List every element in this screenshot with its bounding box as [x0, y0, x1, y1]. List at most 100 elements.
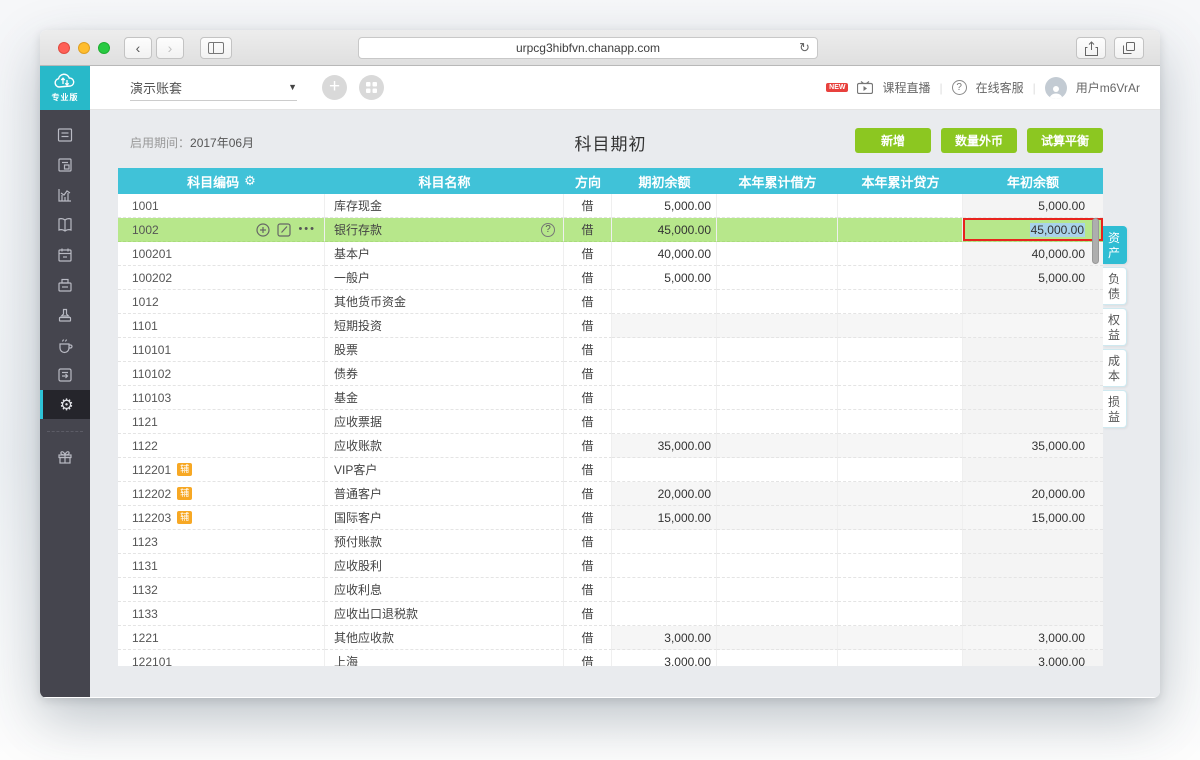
cell-direction[interactable]: 借 — [564, 218, 612, 242]
table-row[interactable]: 1132 应收利息 借 — [118, 578, 1103, 602]
cell-account-code[interactable]: 110101 — [118, 338, 325, 362]
table-row[interactable]: 1121 应收票据 借 — [118, 410, 1103, 434]
cell-account-name[interactable]: 短期投资 — [325, 314, 564, 338]
cell-account-name[interactable]: 上海 — [325, 650, 564, 666]
cell-account-name[interactable]: 应收票据 — [325, 410, 564, 434]
cell-ytd-debit[interactable] — [717, 218, 838, 242]
more-actions-icon[interactable]: ••• — [298, 224, 316, 235]
online-support-link[interactable]: 在线客服 — [976, 79, 1024, 96]
cell-initial-balance[interactable]: 5,000.00 — [963, 194, 1103, 218]
cell-opening-balance[interactable]: 40,000.00 — [612, 242, 717, 266]
cell-account-code[interactable]: 1101 — [118, 314, 325, 338]
table-row[interactable]: 1001 库存现金借 5,000.00 5,000.00 — [118, 194, 1103, 218]
cell-account-code[interactable]: 112203 辅 — [118, 506, 325, 530]
cell-direction[interactable]: 借 — [564, 482, 612, 506]
cell-ytd-credit[interactable] — [838, 506, 963, 530]
sidebar-item-funds[interactable] — [40, 270, 90, 300]
cell-account-name[interactable]: 债券 — [325, 362, 564, 386]
cell-initial-balance[interactable]: 3,000.00 — [963, 626, 1103, 650]
cell-opening-balance[interactable] — [612, 290, 717, 314]
sidebar-item-reports[interactable] — [40, 180, 90, 210]
cell-initial-balance[interactable] — [963, 578, 1103, 602]
table-row[interactable]: 110103 基金 借 — [118, 386, 1103, 410]
cell-ytd-debit[interactable] — [717, 194, 838, 218]
add-sub-account-icon[interactable] — [256, 222, 271, 237]
cell-account-code[interactable]: 1121 — [118, 410, 325, 434]
cell-initial-balance[interactable]: 15,000.00 — [963, 506, 1103, 530]
cell-account-name[interactable]: 库存现金 — [325, 194, 564, 218]
cell-initial-balance[interactable] — [963, 602, 1103, 626]
cell-initial-balance[interactable]: 35,000.00 — [963, 434, 1103, 458]
cell-ytd-credit[interactable] — [838, 338, 963, 362]
cell-initial-balance[interactable]: 20,000.00 — [963, 482, 1103, 506]
cell-direction[interactable]: 借 — [564, 554, 612, 578]
cell-account-code[interactable]: 1122 — [118, 434, 325, 458]
cell-initial-balance[interactable] — [963, 338, 1103, 362]
cell-initial-balance[interactable] — [963, 386, 1103, 410]
cell-account-code[interactable]: 112201 辅 — [118, 458, 325, 482]
cell-account-code[interactable]: 110103 — [118, 386, 325, 410]
cell-account-code[interactable]: 1131 — [118, 554, 325, 578]
cell-opening-balance[interactable]: 20,000.00 — [612, 482, 717, 506]
cell-account-code[interactable]: 1012 — [118, 290, 325, 314]
cell-direction[interactable]: 借 — [564, 650, 612, 666]
cell-account-code[interactable]: 112202 辅 — [118, 482, 325, 506]
cell-ytd-credit[interactable] — [838, 578, 963, 602]
cell-account-code[interactable]: 1123 — [118, 530, 325, 554]
app-grid-button[interactable] — [359, 75, 384, 100]
show-tabs-button[interactable] — [1114, 37, 1144, 59]
cell-ytd-credit[interactable] — [838, 650, 963, 666]
sidebar-item-invoices[interactable] — [40, 300, 90, 330]
table-row[interactable]: 100202 一般户借 5,000.00 5,000.00 — [118, 266, 1103, 290]
cell-direction[interactable]: 借 — [564, 506, 612, 530]
cell-direction[interactable]: 借 — [564, 434, 612, 458]
cell-ytd-debit[interactable] — [717, 506, 838, 530]
sidebar-item-promotions[interactable] — [40, 442, 90, 472]
cell-ytd-credit[interactable] — [838, 482, 963, 506]
cell-initial-balance[interactable] — [963, 554, 1103, 578]
cell-initial-balance[interactable] — [963, 410, 1103, 434]
cell-opening-balance[interactable] — [612, 554, 717, 578]
cell-account-name[interactable]: 应收账款 — [325, 434, 564, 458]
column-settings-gear-icon[interactable]: ⚙ — [244, 174, 256, 189]
cell-ytd-credit[interactable] — [838, 530, 963, 554]
category-tab-1[interactable]: 资产 — [1103, 226, 1127, 264]
cell-direction[interactable]: 借 — [564, 338, 612, 362]
cell-direction[interactable]: 借 — [564, 362, 612, 386]
cell-ytd-credit[interactable] — [838, 602, 963, 626]
cell-ytd-debit[interactable] — [717, 554, 838, 578]
cell-account-name[interactable]: 预付账款 — [325, 530, 564, 554]
cell-account-name[interactable]: 普通客户 — [325, 482, 564, 506]
user-menu[interactable]: 用户m6VrAr — [1076, 79, 1140, 96]
cell-ytd-debit[interactable] — [717, 434, 838, 458]
cell-direction[interactable]: 借 — [564, 242, 612, 266]
cell-ytd-debit[interactable] — [717, 362, 838, 386]
cell-ytd-credit[interactable] — [838, 458, 963, 482]
cell-initial-balance[interactable]: 3,000.00 — [963, 650, 1103, 666]
table-row[interactable]: 1221 其他应收款借 3,000.00 3,000.00 — [118, 626, 1103, 650]
address-bar[interactable]: urpcg3hibfvn.chanapp.com ↻ — [358, 37, 818, 59]
table-row[interactable]: 1002 ••• 银行存款? 借 45,000.00 45,000.00 — [118, 218, 1103, 242]
cell-account-name[interactable]: 基金 — [325, 386, 564, 410]
cell-ytd-debit[interactable] — [717, 290, 838, 314]
cell-ytd-credit[interactable] — [838, 626, 963, 650]
cell-opening-balance[interactable]: 5,000.00 — [612, 266, 717, 290]
cell-ytd-credit[interactable] — [838, 218, 963, 242]
cell-account-code[interactable]: 122101 — [118, 650, 325, 666]
cell-direction[interactable]: 借 — [564, 194, 612, 218]
cell-direction[interactable]: 借 — [564, 602, 612, 626]
cell-ytd-credit[interactable] — [838, 554, 963, 578]
sidebar-item-files[interactable] — [40, 360, 90, 390]
sidebar-item-closing[interactable] — [40, 240, 90, 270]
category-tab-2[interactable]: 负债 — [1103, 267, 1127, 305]
cell-ytd-debit[interactable] — [717, 242, 838, 266]
table-row[interactable]: 112203 辅国际客户借 15,000.00 15,000.00 — [118, 506, 1103, 530]
cell-opening-balance[interactable] — [612, 410, 717, 434]
cell-initial-balance[interactable]: 5,000.00 — [963, 266, 1103, 290]
cell-direction[interactable]: 借 — [564, 290, 612, 314]
avatar[interactable] — [1044, 76, 1067, 99]
cell-account-name[interactable]: 应收股利 — [325, 554, 564, 578]
cell-opening-balance[interactable]: 3,000.00 — [612, 626, 717, 650]
cell-initial-balance[interactable] — [963, 458, 1103, 482]
quantity-foreign-currency-button[interactable]: 数量外币 — [941, 128, 1017, 153]
